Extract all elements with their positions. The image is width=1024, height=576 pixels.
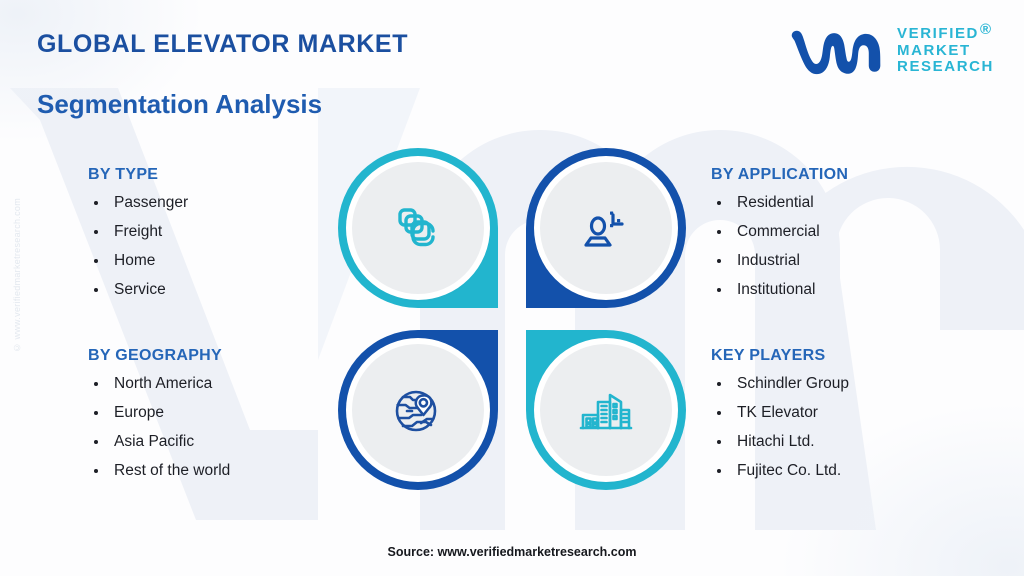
user-analytics-icon — [584, 211, 624, 247]
bullet-icon — [94, 201, 98, 205]
bullet-icon — [717, 382, 721, 386]
bullet-icon — [717, 440, 721, 444]
brand-logo[interactable]: VERIFIED® MARKET RESEARCH — [788, 20, 994, 77]
list-item-label: TK Elevator — [737, 404, 818, 421]
bullet-icon — [94, 440, 98, 444]
list-item: Commercial — [711, 223, 848, 241]
section-by-type: BY TYPE Passenger Freight Home Service — [88, 166, 188, 299]
logo-line-verified: VERIFIED® — [897, 20, 993, 42]
list-item: Service — [88, 281, 188, 299]
list-item-label: Fujitec Co. Ltd. — [737, 462, 842, 479]
bullet-icon — [94, 288, 98, 292]
list-item-label: North America — [114, 375, 213, 392]
section-list: North America Europe Asia Pacific Rest o… — [88, 375, 230, 480]
list-item-label: Europe — [114, 404, 164, 421]
globe-location-pin-icon — [395, 390, 437, 432]
quadrant-bottom-right[interactable] — [526, 330, 686, 490]
list-item-label: Asia Pacific — [114, 433, 195, 450]
quadrant-inner-disc — [352, 162, 484, 294]
list-item-label: Institutional — [737, 281, 816, 298]
bullet-icon — [94, 411, 98, 415]
quadrant-top-right[interactable] — [526, 148, 686, 308]
quadrant-inner-disc — [540, 344, 672, 476]
quadrant-graphic — [338, 148, 686, 490]
list-item: Schindler Group — [711, 375, 849, 393]
bullet-icon — [94, 382, 98, 386]
page-subtitle: Segmentation Analysis — [37, 89, 323, 119]
page-title: GLOBAL ELEVATOR MARKET — [37, 30, 409, 58]
section-list: Passenger Freight Home Service — [88, 194, 188, 299]
list-item-label: Passenger — [114, 194, 189, 211]
list-item: TK Elevator — [711, 404, 849, 422]
bullet-icon — [717, 201, 721, 205]
list-item: Residential — [711, 194, 848, 212]
section-key-players: KEY PLAYERS Schindler Group TK Elevator … — [711, 347, 849, 480]
section-heading: BY APPLICATION — [711, 166, 849, 183]
bullet-icon — [717, 230, 721, 234]
list-item: Hitachi Ltd. — [711, 433, 849, 451]
section-heading: BY GEOGRAPHY — [88, 347, 222, 364]
bullet-icon — [717, 259, 721, 263]
quadrant-top-left[interactable] — [338, 148, 498, 308]
section-by-application: BY APPLICATION Residential Commercial In… — [711, 166, 848, 299]
list-item-label: Service — [114, 281, 166, 298]
list-item: Fujitec Co. Ltd. — [711, 462, 849, 480]
list-item-label: Hitachi Ltd. — [737, 433, 815, 450]
list-item-label: Home — [114, 252, 156, 269]
infographic-page: GLOBAL ELEVATOR MARKET Segmentation Anal… — [0, 0, 1024, 576]
registered-mark-icon: ® — [980, 20, 993, 38]
list-item: Industrial — [711, 252, 848, 270]
source-caption: Source: www.verifiedmarketresearch.com — [387, 545, 637, 559]
list-item: Rest of the world — [88, 462, 230, 480]
bullet-icon — [717, 469, 721, 473]
list-item-label: Rest of the world — [114, 462, 231, 479]
list-item-label: Residential — [737, 194, 814, 211]
bullet-icon — [717, 288, 721, 292]
list-item-label: Schindler Group — [737, 375, 850, 392]
vertical-watermark-text: © www.verifiedmarketresearch.com — [12, 198, 22, 353]
list-item-label: Freight — [114, 223, 163, 240]
list-item: Home — [88, 252, 188, 270]
list-item-label: Industrial — [737, 252, 800, 269]
stacked-layers-icon — [398, 208, 435, 247]
list-item: Institutional — [711, 281, 848, 299]
logo-line-research: RESEARCH — [897, 58, 994, 76]
city-buildings-icon — [579, 393, 633, 430]
bullet-icon — [94, 230, 98, 234]
section-list: Schindler Group TK Elevator Hitachi Ltd.… — [711, 375, 849, 480]
bullet-icon — [94, 469, 98, 473]
list-item: Asia Pacific — [88, 433, 230, 451]
logo-line-market: MARKET — [897, 41, 971, 59]
list-item-label: Commercial — [737, 223, 820, 240]
section-by-geography: BY GEOGRAPHY North America Europe Asia P… — [88, 347, 230, 480]
bullet-icon — [94, 259, 98, 263]
list-item: Passenger — [88, 194, 188, 212]
section-heading: KEY PLAYERS — [711, 347, 826, 364]
quadrant-inner-disc — [352, 344, 484, 476]
bullet-icon — [717, 411, 721, 415]
vmr-monogram-icon — [791, 30, 881, 75]
quadrant-inner-disc — [540, 162, 672, 294]
section-list: Residential Commercial Industrial Instit… — [711, 194, 848, 299]
list-item: North America — [88, 375, 230, 393]
section-heading: BY TYPE — [88, 166, 159, 183]
quadrant-bottom-left[interactable] — [338, 330, 498, 490]
list-item: Freight — [88, 223, 188, 241]
list-item: Europe — [88, 404, 230, 422]
